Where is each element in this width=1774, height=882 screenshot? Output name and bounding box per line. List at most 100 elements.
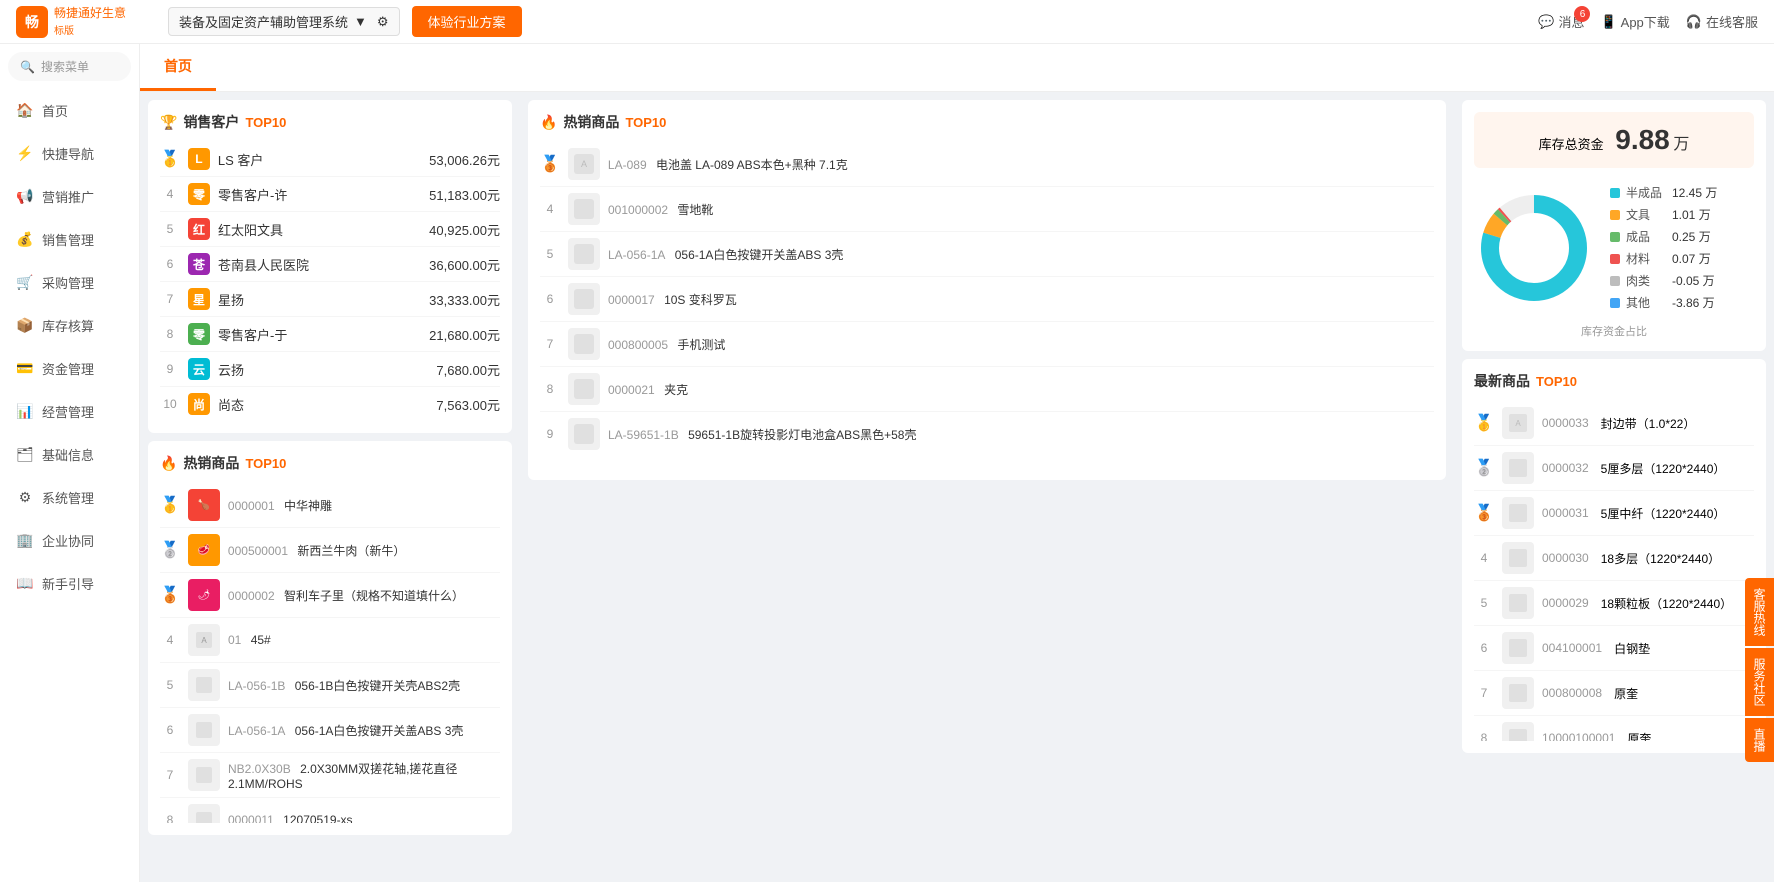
product-thumbnail — [568, 193, 600, 225]
gear-icon[interactable]: ⚙ — [377, 14, 389, 30]
product-code: LA-056-1A — [228, 724, 285, 738]
legend-dot — [1610, 188, 1620, 198]
float-btn-live[interactable]: 直播 — [1745, 718, 1774, 762]
hot-products-mid-title: 🔥 热销商品 TOP10 — [540, 112, 1434, 132]
list-item: 4 0000030 18多层（1220*2440） — [1474, 536, 1754, 581]
sidebar-item-inventory[interactable]: 库存核算 — [0, 304, 139, 347]
hot-products-mid-list: 🥉 A LA-089 电池盖 LA-089 ABS本色+黑种 7.1克 4 — [540, 142, 1434, 456]
sidebar-item-marketing[interactable]: 营销推广 — [0, 175, 139, 218]
service-icon: 🎧 — [1686, 14, 1702, 30]
sidebar-item-company[interactable]: 企业协同 — [0, 519, 139, 562]
product-code: 0000011 — [228, 813, 274, 823]
float-btn-service[interactable]: 客服热线 — [1745, 578, 1774, 646]
list-item: 8 0000011 12070519-xs — [160, 798, 500, 823]
product-thumbnail — [1502, 452, 1534, 484]
app-download-button[interactable]: 📱 App下载 — [1600, 12, 1669, 31]
legend-item: 材料 0.07 万 — [1610, 250, 1717, 267]
right-column: 库存总资金 9.88 万 — [1454, 92, 1774, 882]
hot-products-list: 🥇 🍗 0000001 中华神雕 🥈 🥩 000500001 — [160, 483, 500, 823]
search-menu[interactable]: 🔍 搜索菜单 — [8, 52, 131, 81]
sidebar-item-operation[interactable]: 经营管理 — [0, 390, 139, 433]
legend-dot — [1610, 276, 1620, 286]
logo-sub: 标版 — [54, 22, 126, 37]
customer-rank-list: 🥇 L LS 客户 53,006.26元 4 零 零售客户-许 51,183.0… — [160, 142, 500, 421]
product-thumbnail: A — [188, 624, 220, 656]
product-thumbnail — [188, 714, 220, 746]
product-thumbnail: 🍗 — [188, 489, 220, 521]
sidebar-label-inventory: 库存核算 — [42, 316, 94, 335]
sidebar-label-guide: 新手引导 — [42, 574, 94, 593]
list-item: 5 0000029 18颗粒板（1220*2440） — [1474, 581, 1754, 626]
medal-icon: 🥉 — [540, 154, 560, 174]
product-code: 0000002 — [228, 589, 275, 603]
list-item: 7 000800008 原奎 — [1474, 671, 1754, 716]
main-layout: 🔍 搜索菜单 首页 快捷导航 营销推广 销售管理 采购管理 库存核算 — [0, 44, 1774, 882]
chart-ratio-label: 库存资金占比 — [1474, 323, 1754, 339]
product-thumbnail: A — [1502, 407, 1534, 439]
middle-column: 🔥 热销商品 TOP10 🥉 A LA-089 电池盖 LA-089 ABS本色… — [520, 92, 1454, 882]
system-selector[interactable]: 装备及固定资产辅助管理系统 ▼ ⚙ — [168, 7, 400, 36]
sidebar-item-purchase[interactable]: 采购管理 — [0, 261, 139, 304]
product-thumbnail — [1502, 677, 1534, 709]
legend-item: 肉类 -0.05 万 — [1610, 272, 1717, 289]
list-item: 🥉 🌶 0000002 智利车子里（规格不知道填什么） — [160, 573, 500, 618]
sidebar-item-guide[interactable]: 新手引导 — [0, 562, 139, 605]
customer-badge: 尚 — [188, 393, 210, 415]
trial-button[interactable]: 体验行业方案 — [412, 6, 522, 37]
product-name: 056-1B白色按键开关壳ABS2壳 — [295, 679, 460, 693]
sidebar-item-finance[interactable]: 资金管理 — [0, 347, 139, 390]
sidebar: 🔍 搜索菜单 首页 快捷导航 营销推广 销售管理 采购管理 库存核算 — [0, 44, 140, 882]
sidebar-label-company: 企业协同 — [42, 531, 94, 550]
app-icon: 📱 — [1600, 14, 1616, 30]
basic-icon — [16, 446, 34, 464]
online-service-button[interactable]: 🎧 在线客服 — [1686, 12, 1758, 31]
message-badge: 6 — [1574, 6, 1590, 22]
medal-icon: 🥉 — [1474, 503, 1494, 523]
inventory-icon — [16, 317, 34, 335]
legend-dot — [1610, 254, 1620, 264]
product-code: 01 — [228, 633, 241, 647]
sidebar-item-basic[interactable]: 基础信息 — [0, 433, 139, 476]
logo-icon: 畅 — [16, 6, 48, 38]
inventory-chart: 半成品 12.45 万 文具 1.01 万 成品 0 — [1474, 176, 1754, 319]
list-item: 8 0000021 夹克 — [540, 367, 1434, 412]
hot-products-mid-card: 🔥 热销商品 TOP10 🥉 A LA-089 电池盖 LA-089 ABS本色… — [528, 100, 1446, 480]
sidebar-item-sales[interactable]: 销售管理 — [0, 218, 139, 261]
sidebar-item-home[interactable]: 首页 — [0, 89, 139, 132]
list-item: 🥇 L LS 客户 53,006.26元 — [160, 142, 500, 177]
svg-text:A: A — [201, 636, 207, 645]
sidebar-item-system[interactable]: 系统管理 — [0, 476, 139, 519]
product-thumbnail: A — [568, 148, 600, 180]
chart-legend: 半成品 12.45 万 文具 1.01 万 成品 0 — [1610, 184, 1717, 311]
product-code: 0000001 — [228, 499, 275, 513]
product-name: 智利车子里（规格不知道填什么） — [284, 589, 464, 603]
legend-item: 半成品 12.45 万 — [1610, 184, 1717, 201]
fire-icon-mid: 🔥 — [540, 114, 557, 131]
medal-icon: 🥉 — [160, 585, 180, 605]
marketing-icon — [16, 188, 34, 206]
list-item: 6 0000017 10S 变科罗瓦 — [540, 277, 1434, 322]
content-area: 首页 🏆 销售客户 TOP10 🥇 L — [140, 44, 1774, 882]
donut-chart-svg — [1474, 188, 1594, 308]
fire-icon: 🔥 — [160, 455, 177, 472]
list-item: 5 红 红太阳文具 40,925.00元 — [160, 212, 500, 247]
purchase-icon — [16, 274, 34, 292]
product-thumbnail — [568, 418, 600, 450]
product-name: 新西兰牛肉（新牛） — [297, 544, 405, 558]
sidebar-label-system: 系统管理 — [42, 488, 94, 507]
nav-tabs: 首页 — [140, 44, 1774, 92]
legend-item: 文具 1.01 万 — [1610, 206, 1717, 223]
sidebar-label-home: 首页 — [42, 101, 68, 120]
list-item: 9 LA-59651-1B 59651-1B旋转投影灯电池盒ABS黑色+58壳 — [540, 412, 1434, 456]
topbar: 畅 畅捷通好生意 标版 装备及固定资产辅助管理系统 ▼ ⚙ 体验行业方案 💬 消… — [0, 0, 1774, 44]
topbar-right: 💬 消息 6 📱 App下载 🎧 在线客服 — [1538, 12, 1758, 31]
inventory-unit: 万 — [1673, 136, 1689, 153]
home-icon — [16, 102, 34, 120]
float-btn-community[interactable]: 服务社区 — [1745, 648, 1774, 716]
messages-button[interactable]: 💬 消息 6 — [1538, 12, 1584, 31]
customer-badge: 零 — [188, 183, 210, 205]
sidebar-item-quicknav[interactable]: 快捷导航 — [0, 132, 139, 175]
trophy-icon: 🏆 — [160, 114, 177, 131]
page-content: 🏆 销售客户 TOP10 🥇 L LS 客户 53,006.26元 — [140, 92, 1774, 882]
tab-home[interactable]: 首页 — [140, 44, 216, 91]
